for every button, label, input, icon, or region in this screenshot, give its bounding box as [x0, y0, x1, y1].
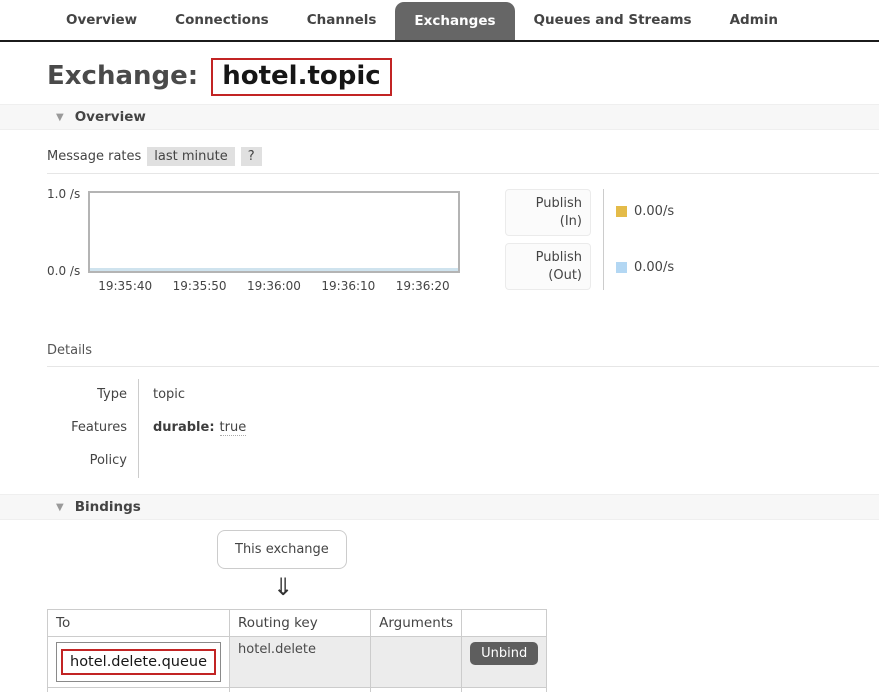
- y-axis-bottom-label: 0.0 /s: [47, 264, 81, 278]
- message-rates-chart: 1.0 /s 0.0 /s 19:35:40 19:35:50 19:36:00…: [47, 187, 879, 309]
- tab-connections[interactable]: Connections: [156, 0, 288, 40]
- x-tick: 19:36:10: [321, 279, 376, 293]
- publish-out-rate-value: 0.00/s: [634, 260, 675, 276]
- tab-exchanges[interactable]: Exchanges: [395, 2, 515, 40]
- feature-durable-key: durable:: [153, 420, 215, 435]
- binding-row: hotel.insert.queue hotel.insert.update U…: [46, 687, 548, 692]
- page-title-prefix: Exchange:: [47, 61, 199, 91]
- details-table: Type topic Features durable: true Policy: [47, 379, 879, 478]
- tab-channels[interactable]: Channels: [288, 0, 396, 40]
- details-policy-value: [138, 445, 879, 478]
- legend-publish-in-toggle[interactable]: Publish (In): [505, 189, 591, 237]
- x-tick: 19:35:50: [172, 279, 227, 293]
- x-tick: 19:35:40: [98, 279, 153, 293]
- col-header-arguments: Arguments: [370, 609, 463, 637]
- bindings-table-header-row: To Routing key Arguments: [46, 609, 548, 637]
- tab-admin[interactable]: Admin: [711, 0, 797, 40]
- overview-section-title: Overview: [74, 109, 146, 125]
- x-axis-labels: 19:35:40 19:35:50 19:36:00 19:36:10 19:3…: [88, 279, 460, 293]
- chart-legend: Publish (In) Publish (Out) 0.00/s 0.00/s: [505, 189, 674, 291]
- x-tick: 19:36:20: [395, 279, 450, 293]
- bindings-section-title: Bindings: [74, 499, 141, 515]
- routing-key-value: hotel.delete: [238, 642, 317, 657]
- binding-row: hotel.delete.queue hotel.delete Unbind: [46, 636, 548, 688]
- publish-out-swatch-icon: [616, 262, 627, 274]
- page-title: Exchange: hotel.topic: [47, 58, 879, 96]
- exchange-name-highlighted: hotel.topic: [211, 58, 392, 96]
- collapse-arrow-icon: ▼: [56, 111, 64, 123]
- publish-out-zero-line: [90, 268, 458, 271]
- details-policy-label: Policy: [89, 453, 127, 468]
- publish-out-rate: 0.00/s: [616, 260, 674, 275]
- binding-direction-arrow-icon: ⇓: [272, 573, 294, 601]
- message-rates-bar: Message rates last minute ?: [47, 147, 879, 174]
- collapse-arrow-icon: ▼: [56, 501, 64, 513]
- col-header-action: [461, 609, 548, 637]
- publish-in-rate-value: 0.00/s: [634, 203, 675, 219]
- message-rates-label: Message rates: [47, 149, 142, 164]
- tab-overview[interactable]: Overview: [47, 0, 156, 40]
- col-header-routing-key: Routing key: [229, 609, 372, 637]
- publish-in-rate: 0.00/s: [616, 204, 674, 219]
- tab-queues-and-streams[interactable]: Queues and Streams: [515, 0, 711, 40]
- y-axis-top-label: 1.0 /s: [47, 187, 81, 201]
- details-type-label: Type: [97, 387, 127, 402]
- this-exchange-button[interactable]: This exchange: [217, 530, 347, 569]
- details-type-value: topic: [138, 379, 879, 412]
- bindings-table: To Routing key Arguments hotel.delete.qu…: [46, 609, 548, 692]
- x-tick: 19:36:00: [247, 279, 301, 293]
- arguments-value: [370, 636, 463, 688]
- unbind-button[interactable]: Unbind: [470, 642, 539, 665]
- queue-link-hotel-delete-queue[interactable]: hotel.delete.queue: [56, 642, 222, 682]
- arguments-value: [370, 687, 463, 692]
- feature-durable-value: true: [219, 420, 247, 436]
- overview-section-header[interactable]: ▼ Overview: [0, 104, 879, 130]
- col-header-to: To: [46, 609, 231, 637]
- legend-publish-out-toggle[interactable]: Publish (Out): [505, 243, 591, 291]
- chart-plot-area: [88, 191, 460, 273]
- legend-divider: [603, 189, 604, 291]
- details-features-label: Features: [71, 420, 127, 435]
- rate-mode-selector[interactable]: last minute: [147, 147, 235, 166]
- help-icon[interactable]: ?: [240, 147, 262, 166]
- bindings-section-header[interactable]: ▼ Bindings: [0, 494, 879, 520]
- details-heading: Details: [47, 343, 879, 367]
- publish-in-swatch-icon: [616, 205, 627, 217]
- queue-name-highlighted: hotel.delete.queue: [61, 649, 217, 675]
- details-features-value: durable: true: [138, 412, 879, 445]
- top-nav: Overview Connections Channels Exchanges …: [0, 0, 879, 42]
